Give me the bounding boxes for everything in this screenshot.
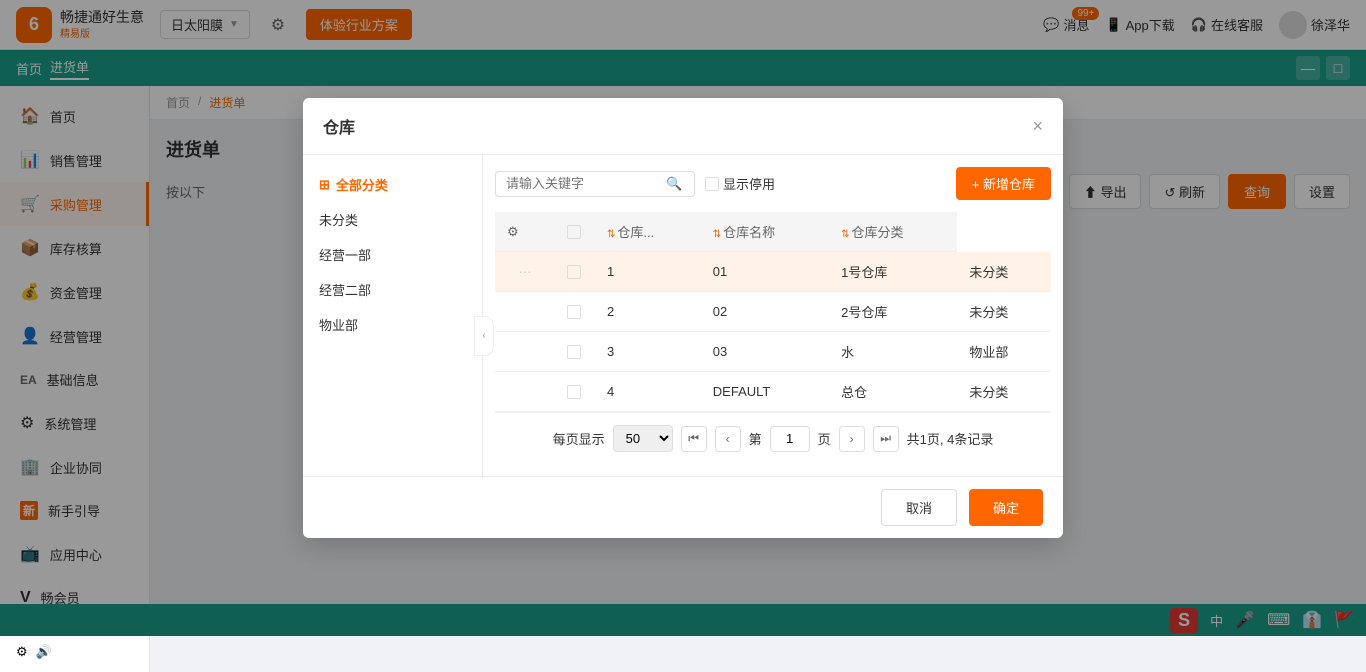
page-unit: 页 [818,429,831,448]
last-page-button[interactable]: ⏭ [873,426,899,452]
sort-category-icon: ⇅ [841,229,849,240]
modal-title: 仓库 [323,114,355,138]
show-disabled-text: 显示停用 [723,174,775,193]
table-row[interactable]: ··· 1 01 1号仓库 未分类 [495,252,1051,292]
row-category-4: 未分类 [957,372,1051,412]
cancel-button[interactable]: 取消 [881,489,957,526]
category-item-unclassified[interactable]: 未分类 [303,202,482,237]
table-row[interactable]: 4 DEFAULT 总仓 未分类 [495,372,1051,412]
sort-code-icon: ⇅ [607,229,615,240]
add-warehouse-button[interactable]: + 新增仓库 [956,167,1051,200]
page-number-input[interactable] [770,426,810,452]
row-category-1: 未分类 [957,252,1051,292]
show-disabled-label[interactable]: 显示停用 [705,174,775,193]
row-checkbox-2[interactable] [567,305,581,319]
row-action-2 [495,292,555,332]
row-name-2: 2号仓库 [829,292,957,332]
warehouse-modal: 仓库 × ⊞ 全部分类 未分类 经营一部 经营二部 物业部 ‹ [303,98,1063,538]
category-panel: ⊞ 全部分类 未分类 经营一部 经营二部 物业部 ‹ [303,155,483,476]
all-category-label: 全部分类 [336,175,388,194]
prev-page-button[interactable]: ‹ [715,426,741,452]
per-page-label: 每页显示 [553,429,605,448]
modal-body: ⊞ 全部分类 未分类 经营一部 经营二部 物业部 ‹ 🔍 [303,155,1063,476]
row-category-3: 物业部 [957,332,1051,372]
sort-name-icon: ⇅ [713,229,721,240]
settings-bottom-icon[interactable]: ⚙ [16,644,28,660]
all-category-item[interactable]: ⊞ 全部分类 [303,167,482,202]
row-check-2 [555,292,595,332]
per-page-select[interactable]: 50 100 200 [613,425,673,452]
row-action-4 [495,372,555,412]
row-no-3: 3 [595,332,701,372]
row-code-4: DEFAULT [701,372,829,412]
grid-icon: ⊞ [319,177,330,193]
row-check-4 [555,372,595,412]
confirm-button[interactable]: 确定 [969,489,1043,526]
row-dots-icon[interactable]: ··· [519,264,532,279]
search-input[interactable] [506,176,666,191]
next-page-button[interactable]: › [839,426,865,452]
page-label: 第 [749,429,762,448]
row-action-3 [495,332,555,372]
row-code-1: 01 [701,252,829,292]
row-name-1: 1号仓库 [829,252,957,292]
col-header-check [555,212,595,252]
table-row[interactable]: 2 02 2号仓库 未分类 [495,292,1051,332]
warehouse-table: ⚙ ⇅仓库... ⇅仓库名称 ⇅仓库分类 [495,212,1051,412]
category-item-dept1[interactable]: 经营一部 [303,237,482,272]
first-page-button[interactable]: ⏮ [681,426,707,452]
row-no-4: 4 [595,372,701,412]
collapse-panel-button[interactable]: ‹ [474,316,494,356]
row-name-4: 总仓 [829,372,957,412]
row-checkbox-3[interactable] [567,345,581,359]
modal-header: 仓库 × [303,98,1063,155]
modal-footer: 取消 确定 [303,476,1063,538]
pagination: 每页显示 50 100 200 ⏮ ‹ 第 页 › ⏭ 共1页, 4条记录 [495,412,1051,464]
col-header-action: ⚙ [495,212,555,252]
search-wrap: 🔍 [495,171,695,197]
table-toolbar: 🔍 显示停用 + 新增仓库 [495,167,1051,200]
sidebar-bottom: ⚙ 🔊 [0,631,149,672]
row-action-1: ··· [495,252,555,292]
category-item-property[interactable]: 物业部 [303,307,482,342]
row-no-2: 2 [595,292,701,332]
search-icon[interactable]: 🔍 [666,176,682,192]
row-check-3 [555,332,595,372]
close-button[interactable]: × [1032,116,1043,137]
page-summary: 共1页, 4条记录 [907,429,994,448]
row-name-3: 水 [829,332,957,372]
table-panel: 🔍 显示停用 + 新增仓库 ⚙ [483,155,1063,476]
row-checkbox-4[interactable] [567,385,581,399]
row-code-3: 03 [701,332,829,372]
select-all-checkbox[interactable] [567,225,581,239]
row-category-2: 未分类 [957,292,1051,332]
table-row[interactable]: 3 03 水 物业部 [495,332,1051,372]
category-item-dept2[interactable]: 经营二部 [303,272,482,307]
show-disabled-checkbox[interactable] [705,177,719,191]
row-checkbox-1[interactable] [567,265,581,279]
row-code-2: 02 [701,292,829,332]
row-check-1 [555,252,595,292]
volume-icon[interactable]: 🔊 [36,644,52,660]
col-header-name: ⇅仓库名称 [701,212,829,252]
row-no-1: 1 [595,252,701,292]
col-header-category: ⇅仓库分类 [829,212,957,252]
modal-overlay: 仓库 × ⊞ 全部分类 未分类 经营一部 经营二部 物业部 ‹ [0,0,1366,636]
col-header-code: ⇅仓库... [595,212,701,252]
